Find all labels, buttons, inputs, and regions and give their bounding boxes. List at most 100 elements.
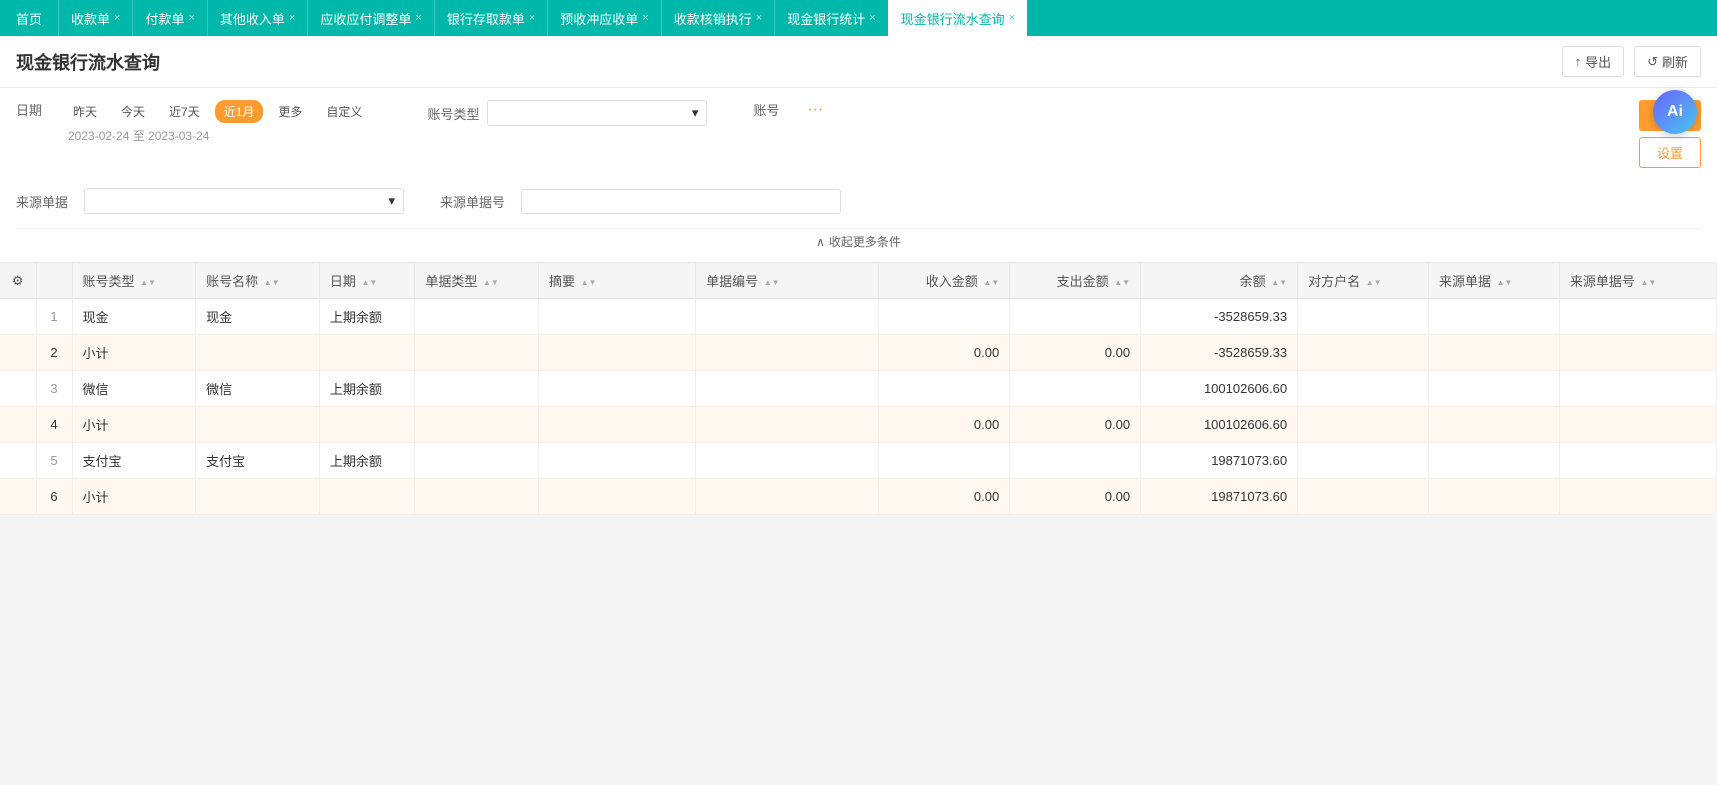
nav-tab-6[interactable]: 收款核销执行 × (661, 0, 774, 36)
nav-tab-1[interactable]: 付款单 × (132, 0, 206, 36)
account-type-select[interactable]: ▾ (487, 100, 707, 126)
th-doc-type[interactable]: 单据类型 ▲▼ (415, 263, 539, 299)
ai-badge[interactable]: Ai (1653, 90, 1697, 134)
table-cell (539, 299, 696, 335)
export-icon: ↑ (1575, 54, 1582, 69)
nav-tab-8[interactable]: 现金银行流水查询 × (888, 0, 1027, 36)
th-balance[interactable]: 余额 ▲▼ (1141, 263, 1298, 299)
table-cell: 0.00 (1010, 479, 1141, 515)
th-source-doc[interactable]: 来源单据 ▲▼ (1428, 263, 1559, 299)
sort-icon: ▲▼ (1271, 278, 1287, 287)
sort-icon: ▲▼ (1366, 278, 1382, 287)
table-cell (0, 299, 36, 335)
settings-button[interactable]: 设置 (1639, 137, 1701, 168)
th-income[interactable]: 收入金额 ▲▼ (879, 263, 1010, 299)
table-cell (319, 479, 415, 515)
table-cell: -3528659.33 (1141, 299, 1298, 335)
table-cell (696, 335, 879, 371)
table-cell: 0.00 (879, 479, 1010, 515)
close-icon[interactable]: × (114, 12, 120, 24)
table-cell: 4 (36, 407, 72, 443)
table-cell (415, 299, 539, 335)
close-icon[interactable]: × (289, 12, 295, 24)
date-btn-today[interactable]: 今天 (112, 100, 154, 123)
page-title: 现金银行流水查询 (16, 49, 160, 75)
th-account-name[interactable]: 账号名称 ▲▼ (196, 263, 320, 299)
date-btn-7days[interactable]: 近7天 (160, 100, 209, 123)
close-icon[interactable]: × (188, 12, 194, 24)
chevron-down-icon: ▾ (692, 105, 699, 121)
table-cell (539, 443, 696, 479)
th-counterparty[interactable]: 对方户名 ▲▼ (1298, 263, 1429, 299)
refresh-button[interactable]: ↺ 刷新 (1634, 46, 1701, 77)
sort-icon: ▲▼ (361, 278, 377, 287)
close-icon[interactable]: × (642, 12, 648, 24)
table-cell (0, 407, 36, 443)
table-cell (1428, 443, 1559, 479)
close-icon[interactable]: × (756, 12, 762, 24)
date-btn-yesterday[interactable]: 昨天 (64, 100, 106, 123)
header-actions: ↑ 导出 ↺ 刷新 (1562, 46, 1701, 77)
table-cell (0, 371, 36, 407)
table-cell: 现金 (72, 299, 196, 335)
filter-area: 日期 昨天 今天 近7天 近1月 更多 自定义 2023-02-24 至 202… (0, 88, 1717, 263)
source-doc-label: 来源单据 (16, 192, 68, 211)
table-container: ⚙ 账号类型 ▲▼ 账号名称 ▲▼ 日期 ▲▼ 单据类型 ▲▼ (0, 263, 1717, 515)
table-cell (1298, 299, 1429, 335)
table-cell: 0.00 (879, 407, 1010, 443)
close-icon[interactable]: × (415, 12, 421, 24)
table-cell: 6 (36, 479, 72, 515)
source-doc-no-label: 来源单据号 (440, 192, 505, 211)
table-cell: 小计 (72, 335, 196, 371)
table-cell (1298, 407, 1429, 443)
th-source-doc-no[interactable]: 来源单据号 ▲▼ (1559, 263, 1716, 299)
table-cell: 3 (36, 371, 72, 407)
dots-button[interactable]: ··· (801, 101, 829, 119)
nav-tab-3[interactable]: 应收应付调整单 × (307, 0, 433, 36)
th-summary[interactable]: 摘要 ▲▼ (539, 263, 696, 299)
table-cell (1428, 335, 1559, 371)
table-cell (539, 335, 696, 371)
table-cell (1428, 299, 1559, 335)
table-cell: 现金 (196, 299, 320, 335)
table-cell (696, 479, 879, 515)
close-icon[interactable]: × (869, 12, 875, 24)
date-btn-more[interactable]: 更多 (269, 100, 311, 123)
table-cell (539, 479, 696, 515)
sort-icon: ▲▼ (483, 278, 499, 287)
table-cell (319, 407, 415, 443)
table-cell (415, 479, 539, 515)
sort-icon: ▲▼ (581, 278, 597, 287)
nav-tab-4[interactable]: 银行存取款单 × (434, 0, 547, 36)
th-doc-no[interactable]: 单据编号 ▲▼ (696, 263, 879, 299)
close-icon[interactable]: × (1009, 12, 1015, 24)
th-expense[interactable]: 支出金额 ▲▼ (1010, 263, 1141, 299)
table-cell: 0.00 (879, 335, 1010, 371)
nav-tab-5[interactable]: 预收冲应收单 × (547, 0, 660, 36)
th-account-type[interactable]: 账号类型 ▲▼ (72, 263, 196, 299)
table-cell (196, 407, 320, 443)
th-gear[interactable]: ⚙ (0, 263, 36, 299)
th-date[interactable]: 日期 ▲▼ (319, 263, 415, 299)
source-doc-select[interactable]: ▾ (84, 188, 404, 214)
nav-tab-0[interactable]: 收款单 × (58, 0, 132, 36)
table-cell: -3528659.33 (1141, 335, 1298, 371)
table-cell (696, 407, 879, 443)
source-doc-no-input[interactable] (521, 189, 841, 214)
nav-tab-7[interactable]: 现金银行统计 × (774, 0, 887, 36)
date-btn-1month[interactable]: 近1月 (215, 100, 264, 123)
nav-tab-2[interactable]: 其他收入单 × (207, 0, 307, 36)
nav-home[interactable]: 首页 (0, 0, 58, 36)
date-btn-custom[interactable]: 自定义 (317, 100, 371, 123)
export-button[interactable]: ↑ 导出 (1562, 46, 1625, 77)
table-cell: 微信 (196, 371, 320, 407)
collapse-bar[interactable]: ∧ 收起更多条件 (16, 228, 1701, 254)
table-cell (696, 371, 879, 407)
top-nav: 首页 收款单 × 付款单 × 其他收入单 × 应收应付调整单 × 银行存取款单 … (0, 0, 1717, 36)
table-cell (196, 479, 320, 515)
sort-icon: ▲▼ (140, 278, 156, 287)
table-cell: 0.00 (1010, 335, 1141, 371)
table-row: 1现金现金上期余额-3528659.33 (0, 299, 1717, 335)
close-icon[interactable]: × (529, 12, 535, 24)
table-cell: 小计 (72, 407, 196, 443)
